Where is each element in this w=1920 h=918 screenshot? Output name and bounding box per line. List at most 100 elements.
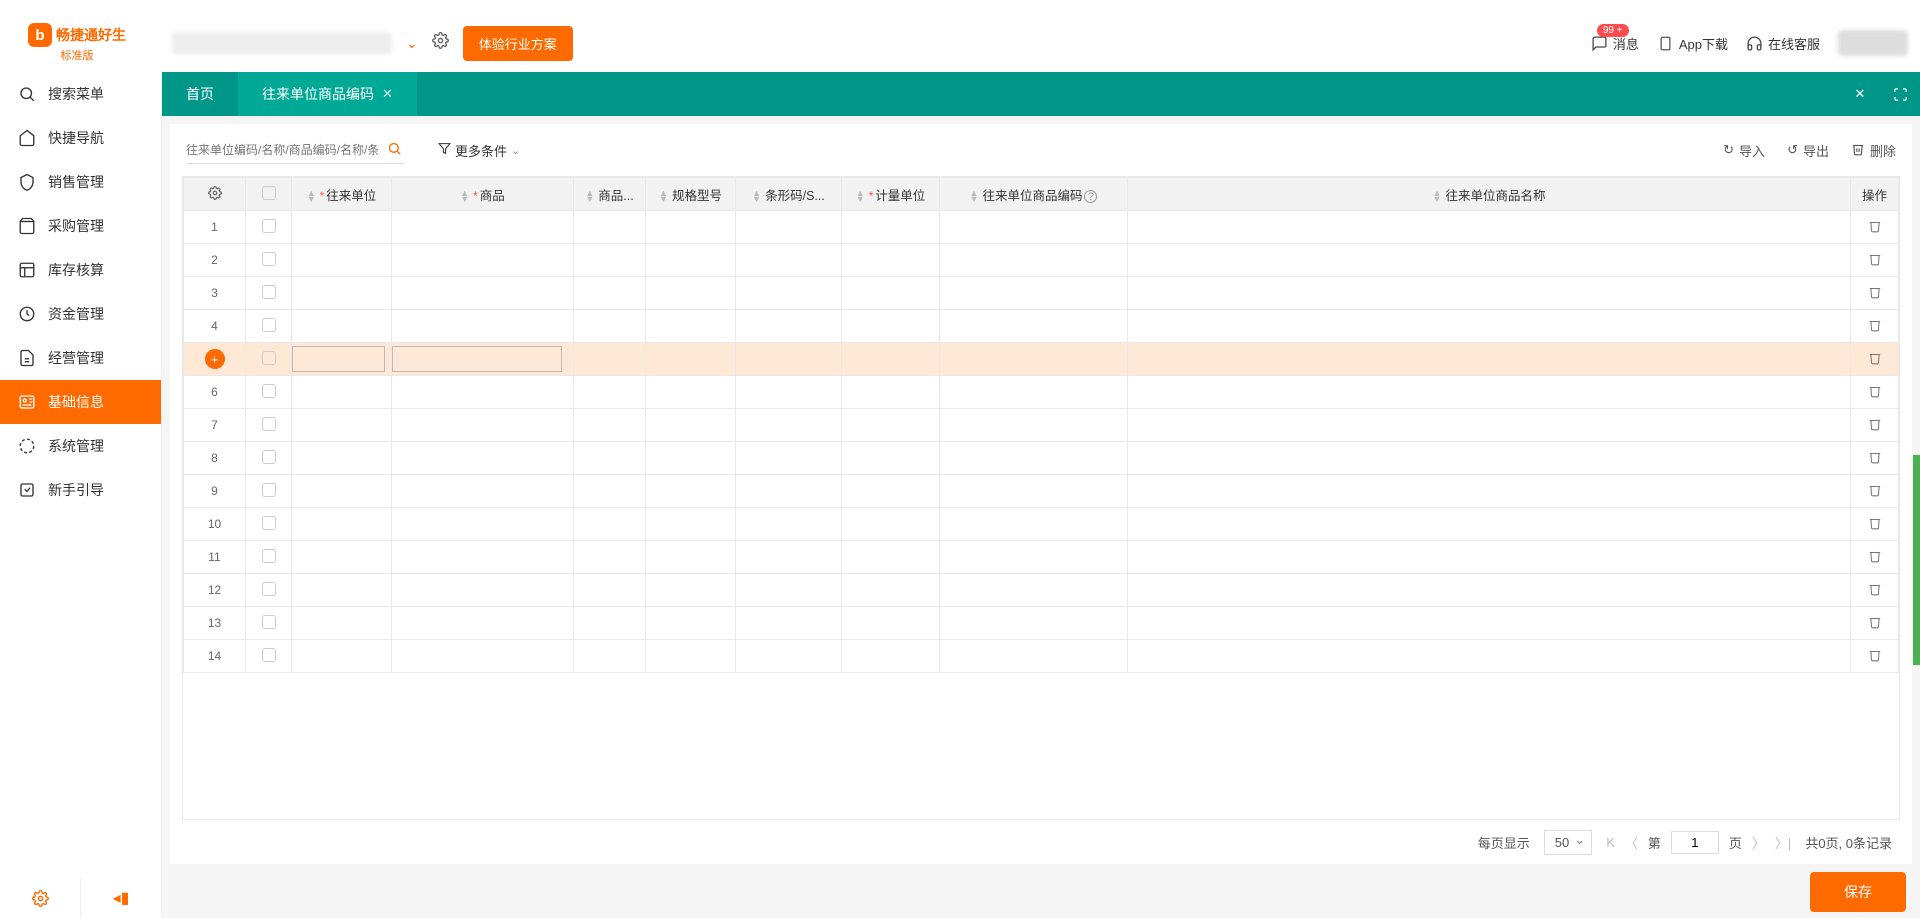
page-number-input[interactable]	[1671, 831, 1719, 854]
row-checkbox[interactable]	[246, 244, 292, 277]
cell-partner-unit[interactable]	[292, 508, 392, 541]
cell-measure[interactable]	[842, 607, 940, 640]
cell-spec[interactable]	[646, 442, 736, 475]
row-delete-button[interactable]	[1851, 310, 1899, 343]
sidebar-item-2[interactable]: 销售管理	[0, 160, 161, 204]
sidebar-item-7[interactable]: 基础信息	[0, 380, 161, 424]
row-checkbox[interactable]	[246, 277, 292, 310]
table-row[interactable]: 1	[184, 211, 1899, 244]
cell-partner-code[interactable]	[940, 211, 1128, 244]
row-delete-button[interactable]	[1851, 211, 1899, 244]
header-partner-name[interactable]: ▲▼往来单位商品名称	[1128, 178, 1851, 211]
cell-partner-code[interactable]	[940, 376, 1128, 409]
header-category[interactable]: ▲▼商品...	[574, 178, 646, 211]
cell-category[interactable]	[574, 541, 646, 574]
messages-button[interactable]: 消息 99 +	[1591, 34, 1639, 53]
cell-product[interactable]	[392, 277, 574, 310]
cell-partner-code[interactable]	[940, 640, 1128, 673]
cell-barcode[interactable]	[736, 244, 842, 277]
table-row[interactable]: 12	[184, 574, 1899, 607]
cell-partner-name[interactable]	[1128, 574, 1851, 607]
cell-spec[interactable]	[646, 277, 736, 310]
cell-partner-code[interactable]	[940, 541, 1128, 574]
cell-product[interactable]	[392, 475, 574, 508]
table-row[interactable]: 13	[184, 607, 1899, 640]
header-product[interactable]: ▲▼*商品	[392, 178, 574, 211]
header-spec[interactable]: ▲▼规格型号	[646, 178, 736, 211]
cell-spec[interactable]	[646, 475, 736, 508]
cell-partner-unit[interactable]	[292, 409, 392, 442]
sidebar-item-3[interactable]: 采购管理	[0, 204, 161, 248]
header-checkbox[interactable]	[246, 178, 292, 211]
save-button[interactable]: 保存	[1810, 872, 1906, 912]
cell-product[interactable]	[392, 376, 574, 409]
per-page-select[interactable]: 50	[1544, 830, 1592, 855]
table-row[interactable]: 6	[184, 376, 1899, 409]
cell-measure[interactable]	[842, 244, 940, 277]
cell-partner-unit[interactable]	[292, 640, 392, 673]
sidebar-item-9[interactable]: 新手引导	[0, 468, 161, 512]
cell-category[interactable]	[574, 310, 646, 343]
tab-home[interactable]: 首页	[162, 72, 238, 116]
more-filters-button[interactable]: 更多条件 ⌄	[438, 141, 520, 160]
header-partner-code[interactable]: ▲▼往来单位商品编码?	[940, 178, 1128, 211]
cell-barcode[interactable]	[736, 574, 842, 607]
cell-barcode[interactable]	[736, 541, 842, 574]
cell-spec[interactable]	[646, 376, 736, 409]
cell-category[interactable]	[574, 442, 646, 475]
cell-measure[interactable]	[842, 343, 940, 376]
cell-partner-name[interactable]	[1128, 442, 1851, 475]
cell-partner-unit[interactable]	[292, 541, 392, 574]
tab-partner-product-code[interactable]: 往来单位商品编码 ✕	[238, 72, 417, 116]
cell-partner-code[interactable]	[940, 442, 1128, 475]
row-checkbox[interactable]	[246, 475, 292, 508]
cell-measure[interactable]	[842, 211, 940, 244]
table-row[interactable]: 11	[184, 541, 1899, 574]
row-checkbox[interactable]	[246, 409, 292, 442]
cell-spec[interactable]	[646, 244, 736, 277]
cell-measure[interactable]	[842, 541, 940, 574]
partner-unit-input[interactable]	[292, 346, 385, 372]
header-barcode[interactable]: ▲▼条形码/S...	[736, 178, 842, 211]
cell-category[interactable]	[574, 409, 646, 442]
cell-product[interactable]	[392, 607, 574, 640]
export-button[interactable]: ↺ 导出	[1787, 141, 1829, 160]
cell-category[interactable]	[574, 475, 646, 508]
sidebar-item-1[interactable]: 快捷导航	[0, 116, 161, 160]
cell-barcode[interactable]	[736, 475, 842, 508]
cell-partner-name[interactable]	[1128, 211, 1851, 244]
support-button[interactable]: 在线客服	[1746, 34, 1820, 53]
cell-partner-unit[interactable]	[292, 211, 392, 244]
cell-barcode[interactable]	[736, 640, 842, 673]
cell-partner-unit[interactable]	[292, 574, 392, 607]
header-partner-unit[interactable]: ▲▼*往来单位	[292, 178, 392, 211]
row-delete-button[interactable]	[1851, 244, 1899, 277]
row-checkbox[interactable]	[246, 508, 292, 541]
cell-spec[interactable]	[646, 607, 736, 640]
cell-barcode[interactable]	[736, 376, 842, 409]
cell-spec[interactable]	[646, 640, 736, 673]
last-page-button[interactable]: 〉|	[1775, 833, 1791, 852]
cell-barcode[interactable]	[736, 343, 842, 376]
cell-category[interactable]	[574, 574, 646, 607]
row-delete-button[interactable]	[1851, 475, 1899, 508]
cell-product[interactable]	[392, 409, 574, 442]
import-button[interactable]: ↻ 导入	[1723, 141, 1765, 160]
cell-partner-unit[interactable]	[292, 442, 392, 475]
cell-partner-unit[interactable]	[292, 376, 392, 409]
cell-partner-unit[interactable]	[292, 310, 392, 343]
prev-page-button[interactable]: 〈	[1625, 833, 1638, 852]
cell-product[interactable]	[392, 541, 574, 574]
cell-product[interactable]	[392, 640, 574, 673]
cell-measure[interactable]	[842, 409, 940, 442]
next-page-button[interactable]: 〉	[1752, 833, 1765, 852]
delete-button[interactable]: 删除	[1851, 141, 1896, 160]
cell-partner-code[interactable]	[940, 475, 1128, 508]
cell-partner-name[interactable]	[1128, 343, 1851, 376]
cell-barcode[interactable]	[736, 508, 842, 541]
product-input[interactable]	[392, 346, 562, 372]
cell-product[interactable]	[392, 508, 574, 541]
cell-partner-name[interactable]	[1128, 607, 1851, 640]
close-icon[interactable]: ✕	[382, 86, 393, 102]
row-checkbox[interactable]	[246, 541, 292, 574]
